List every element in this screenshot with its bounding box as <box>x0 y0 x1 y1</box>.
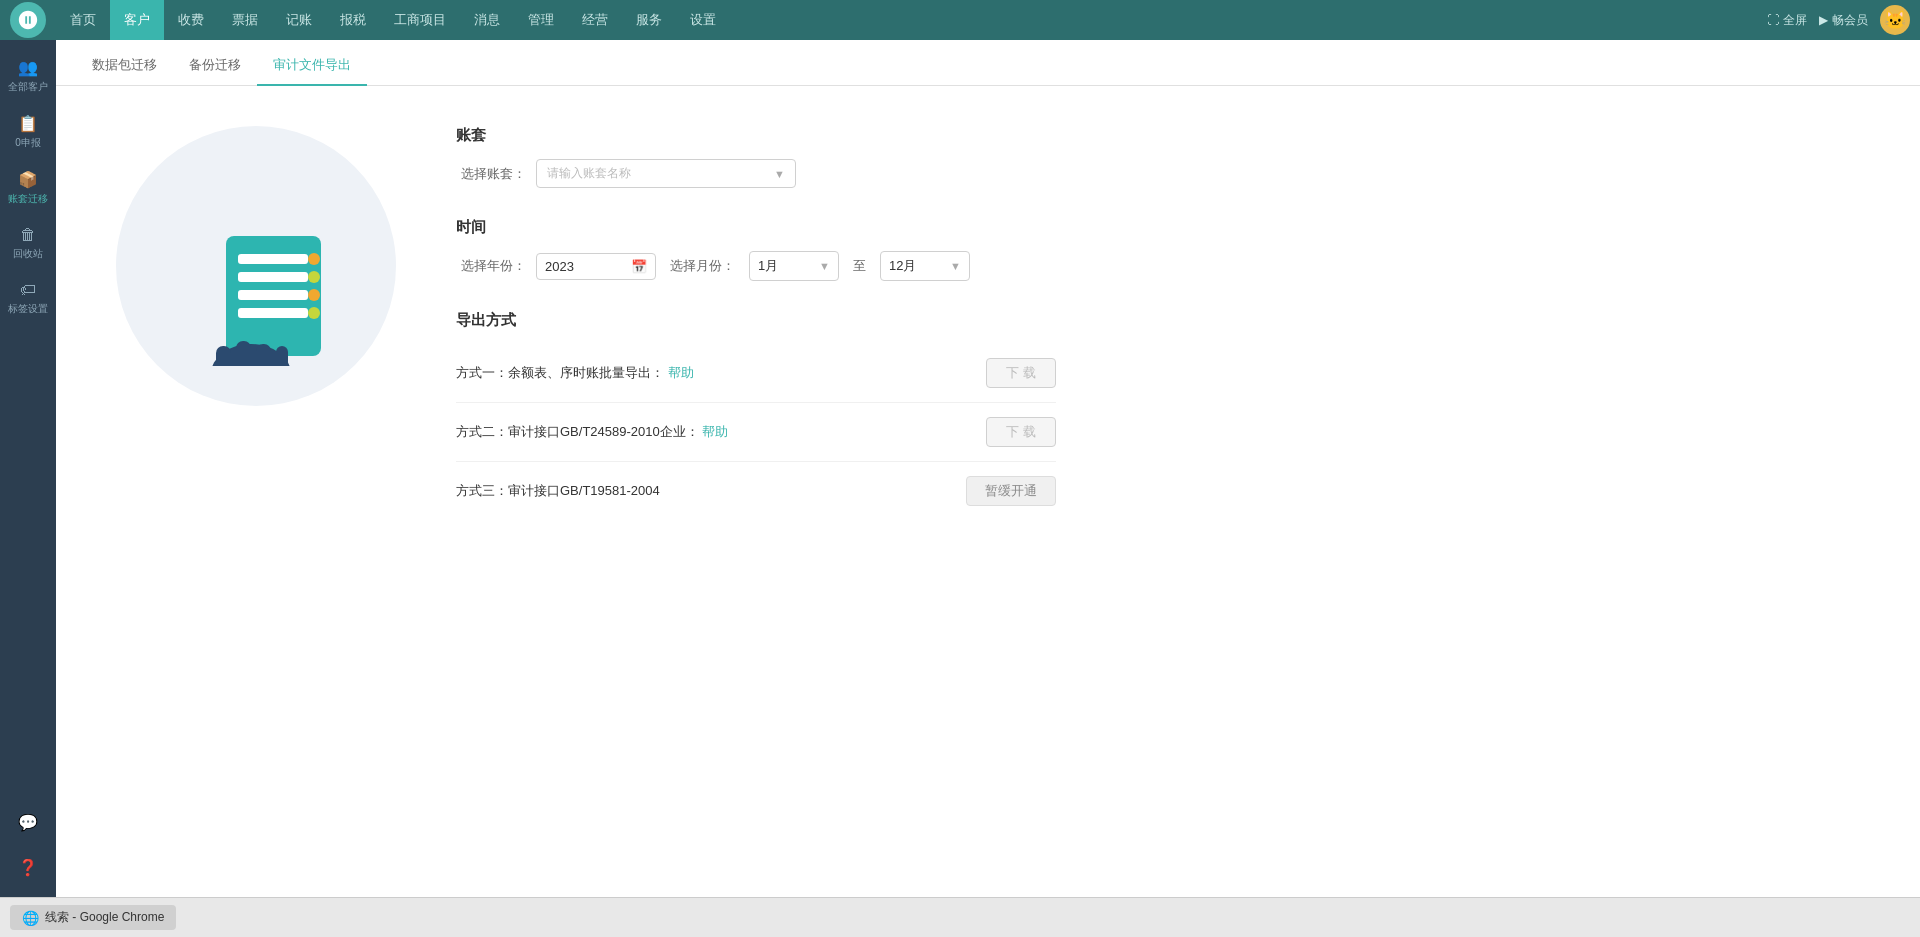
taskbar: 🌐 线索 - Google Chrome <box>0 897 1920 937</box>
month-end-select[interactable]: 12月 ▼ <box>880 251 970 281</box>
nav-business[interactable]: 工商项目 <box>380 0 460 40</box>
svg-point-7 <box>308 289 320 301</box>
method-1-text: 方式一：余额表、序时账批量导出： 帮助 <box>456 364 694 382</box>
sidebar: 👥 全部客户 📋 0申报 📦 账套迁移 🗑 回收站 🏷 标签设置 💬 ❓ <box>0 40 56 897</box>
chrome-icon: 🌐 <box>22 910 39 926</box>
sidebar-bottom: 💬 ❓ <box>18 803 38 897</box>
svg-rect-2 <box>238 272 308 282</box>
method-1-download-button[interactable]: 下 载 <box>986 358 1056 388</box>
method-3-text: 方式三：审计接口GB/T19581-2004 <box>456 482 660 500</box>
migration-icon: 📦 <box>18 170 38 189</box>
sidebar-help-icon[interactable]: ❓ <box>18 848 38 887</box>
fullscreen-button[interactable]: ⛶ 全屏 <box>1767 12 1807 29</box>
nav-home[interactable]: 首页 <box>56 0 110 40</box>
svg-rect-3 <box>238 290 308 300</box>
svg-rect-10 <box>216 346 231 366</box>
svg-rect-1 <box>238 254 308 264</box>
method-1-help-link[interactable]: 帮助 <box>668 365 694 380</box>
method-2-label: 方式二：审计接口GB/T24589-2010企业： <box>456 424 699 439</box>
method-1-label: 方式一：余额表、序时账批量导出： <box>456 365 664 380</box>
account-select[interactable]: 请输入账套名称 ▼ <box>536 159 796 188</box>
illustration-svg <box>166 166 346 366</box>
month-start-select[interactable]: 1月 ▼ <box>749 251 839 281</box>
sidebar-item-zero-declaration[interactable]: 📋 0申报 <box>0 104 56 160</box>
nav-service[interactable]: 服务 <box>622 0 676 40</box>
member-button[interactable]: ▶ 畅会员 <box>1819 12 1868 29</box>
recycle-icon: 🗑 <box>20 226 36 244</box>
svg-rect-4 <box>238 308 308 318</box>
year-input-wrap[interactable]: 2023 📅 <box>536 253 656 280</box>
account-row: 选择账套： 请输入账套名称 ▼ <box>456 159 1056 188</box>
svg-point-8 <box>308 307 320 319</box>
nav-settings[interactable]: 设置 <box>676 0 730 40</box>
calendar-icon: 📅 <box>631 259 647 274</box>
export-method-2: 方式二：审计接口GB/T24589-2010企业： 帮助 下 载 <box>456 403 1056 462</box>
year-label: 选择年份： <box>456 257 526 275</box>
year-value: 2023 <box>545 259 631 274</box>
to-label: 至 <box>853 257 866 275</box>
nav-fee[interactable]: 收费 <box>164 0 218 40</box>
fullscreen-icon: ⛶ <box>1767 13 1779 27</box>
play-icon: ▶ <box>1819 13 1828 27</box>
illustration <box>116 126 396 406</box>
svg-rect-13 <box>276 346 288 366</box>
svg-rect-11 <box>236 341 251 366</box>
method-2-help-link[interactable]: 帮助 <box>702 424 728 439</box>
nav-bookkeeping[interactable]: 记账 <box>272 0 326 40</box>
main-layout: 👥 全部客户 📋 0申报 📦 账套迁移 🗑 回收站 🏷 标签设置 💬 ❓ <box>0 40 1920 897</box>
svg-point-6 <box>308 271 320 283</box>
nav-right: ⛶ 全屏 ▶ 畅会员 🐱 <box>1767 5 1910 35</box>
sidebar-item-account-migration[interactable]: 📦 账套迁移 <box>0 160 56 216</box>
account-section-title: 账套 <box>456 126 1056 145</box>
export-method-1: 方式一：余额表、序时账批量导出： 帮助 下 载 <box>456 344 1056 403</box>
method-2-download-button[interactable]: 下 载 <box>986 417 1056 447</box>
month-label: 选择月份： <box>670 257 735 275</box>
time-section-title: 时间 <box>456 218 1056 237</box>
nav-message[interactable]: 消息 <box>460 0 514 40</box>
logo <box>10 2 46 38</box>
month-end-value: 12月 <box>889 257 916 275</box>
month-start-chevron: ▼ <box>819 260 830 272</box>
time-inputs: 2023 📅 选择月份： 1月 ▼ 至 12月 ▼ <box>536 251 970 281</box>
nav-operation[interactable]: 经营 <box>568 0 622 40</box>
export-method-3: 方式三：审计接口GB/T19581-2004 暂缓开通 <box>456 462 1056 520</box>
nav-customer[interactable]: 客户 <box>110 0 164 40</box>
sidebar-item-all-customers[interactable]: 👥 全部客户 <box>0 48 56 104</box>
nav-manage[interactable]: 管理 <box>514 0 568 40</box>
month-end-chevron: ▼ <box>950 260 961 272</box>
content-area: 数据包迁移 备份迁移 审计文件导出 <box>56 40 1920 897</box>
method-2-text: 方式二：审计接口GB/T24589-2010企业： 帮助 <box>456 423 728 441</box>
chevron-down-icon: ▼ <box>774 168 785 180</box>
nav-invoice[interactable]: 票据 <box>218 0 272 40</box>
method-3-label: 方式三：审计接口GB/T19581-2004 <box>456 483 660 498</box>
tab-data-migration[interactable]: 数据包迁移 <box>76 46 173 86</box>
tab-bar: 数据包迁移 备份迁移 审计文件导出 <box>56 40 1920 86</box>
export-section-title: 导出方式 <box>456 311 1056 330</box>
tag-icon: 🏷 <box>20 281 36 299</box>
time-row: 选择年份： 2023 📅 选择月份： 1月 ▼ 至 12月 <box>456 251 1056 281</box>
nav-items: 首页 客户 收费 票据 记账 报税 工商项目 消息 管理 经营 服务 设置 <box>56 0 1767 40</box>
sidebar-item-tag-settings[interactable]: 🏷 标签设置 <box>0 271 56 326</box>
top-nav: 首页 客户 收费 票据 记账 报税 工商项目 消息 管理 经营 服务 设置 ⛶ … <box>0 0 1920 40</box>
svg-point-5 <box>308 253 320 265</box>
sidebar-item-recycle[interactable]: 🗑 回收站 <box>0 216 56 271</box>
month-start-value: 1月 <box>758 257 778 275</box>
nav-tax[interactable]: 报税 <box>326 0 380 40</box>
customers-icon: 👥 <box>18 58 38 77</box>
account-placeholder: 请输入账套名称 <box>547 165 631 182</box>
avatar[interactable]: 🐱 <box>1880 5 1910 35</box>
taskbar-item-label: 线索 - Google Chrome <box>45 909 164 926</box>
svg-rect-12 <box>256 344 271 366</box>
tab-audit-export[interactable]: 审计文件导出 <box>257 46 367 86</box>
sidebar-chat-icon[interactable]: 💬 <box>18 803 38 842</box>
chat-icon: 💬 <box>18 813 38 832</box>
page-content: 账套 选择账套： 请输入账套名称 ▼ 时间 选择年份： 2023 <box>56 86 1920 560</box>
taskbar-chrome-item[interactable]: 🌐 线索 - Google Chrome <box>10 905 176 930</box>
method-3-pending-button[interactable]: 暂缓开通 <box>966 476 1056 506</box>
declaration-icon: 📋 <box>18 114 38 133</box>
help-icon: ❓ <box>18 858 38 877</box>
form-area: 账套 选择账套： 请输入账套名称 ▼ 时间 选择年份： 2023 <box>456 126 1056 520</box>
tab-backup-migration[interactable]: 备份迁移 <box>173 46 257 86</box>
account-label: 选择账套： <box>456 165 526 183</box>
